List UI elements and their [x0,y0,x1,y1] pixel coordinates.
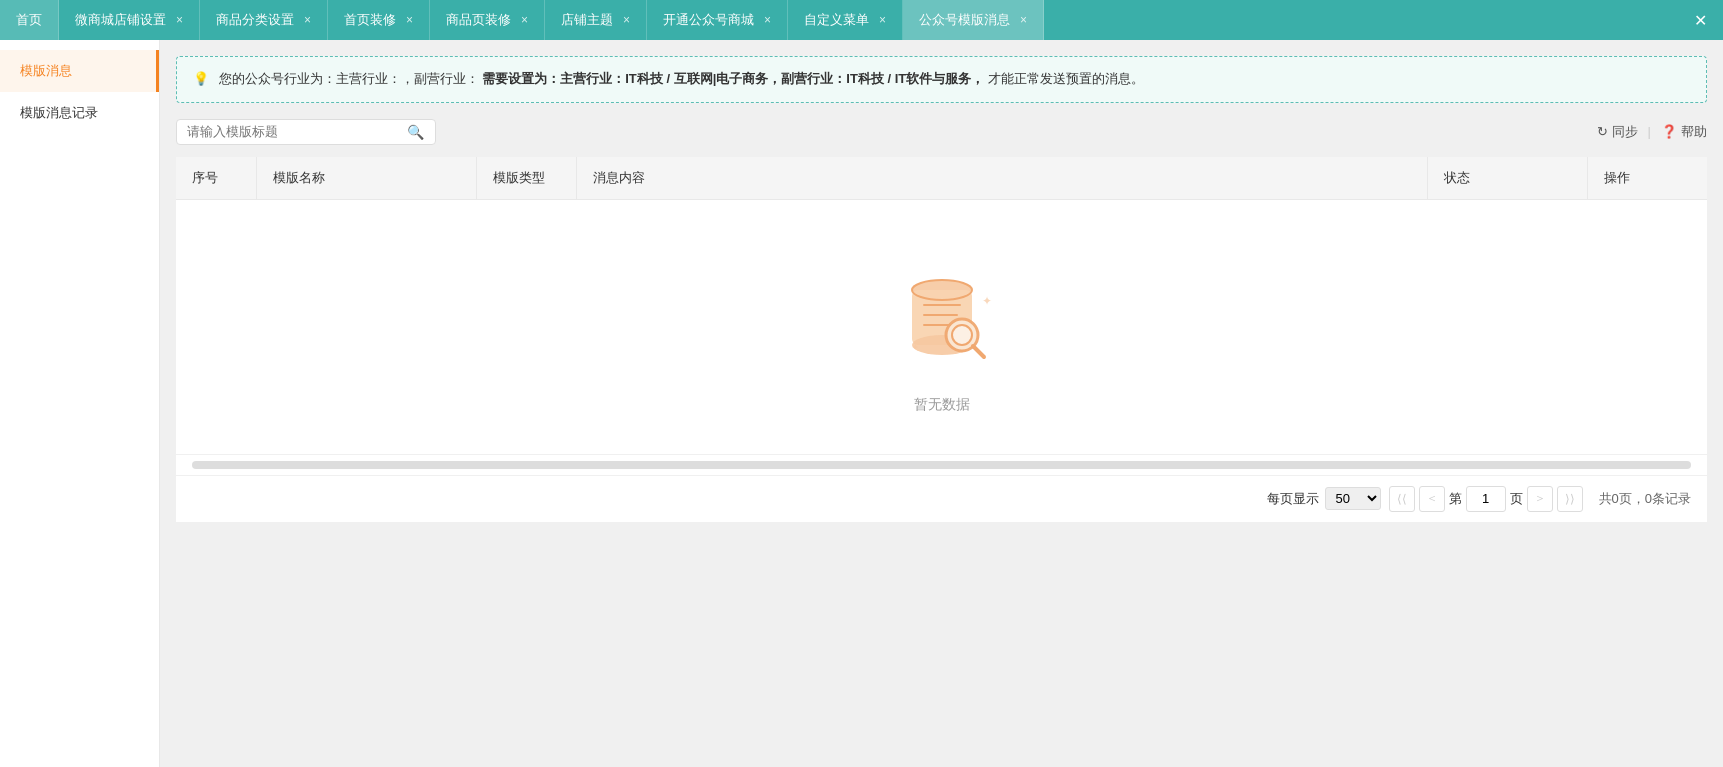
page-navigation: ⟨⟨ ＜ 第 页 ＞ ⟩⟩ [1389,486,1583,512]
tab-open-mall[interactable]: 开通公众号商城 × [647,0,788,40]
sync-icon: ↻ [1597,124,1608,139]
table-header: 序号 模版名称 模版类型 消息内容 状态 操作 [176,157,1707,200]
col-action: 操作 [1587,157,1707,200]
svg-line-9 [973,346,984,357]
tab-store-theme-label: 店铺主题 [561,11,613,29]
sidebar-item-template-record-label: 模版消息记录 [20,105,98,120]
tab-homepage-decor-close[interactable]: × [406,13,413,27]
notice-prefix: 您的公众号行业为：主营行业：，副营行业： [219,71,479,86]
col-status: 状态 [1427,157,1587,200]
svg-text:✦: ✦ [982,294,992,308]
col-type: 模版类型 [476,157,576,200]
tab-store-theme[interactable]: 店铺主题 × [545,0,647,40]
per-page-dropdown[interactable]: 50 10 20 100 [1325,487,1381,510]
svg-text:✦: ✦ [912,343,919,352]
tab-template-msg-close[interactable]: × [1020,13,1027,27]
sidebar: 模版消息 模版消息记录 [0,40,160,767]
notice-highlight: 需要设置为：主营行业：IT科技 / 互联网|电子商务，副营行业：IT科技 / I… [482,71,984,86]
sidebar-item-template-message[interactable]: 模版消息 [0,50,159,92]
prev-page-button[interactable]: ＜ [1419,486,1445,512]
tab-product-decor-label: 商品页装修 [446,11,511,29]
tab-homepage-decor-label: 首页装修 [344,11,396,29]
pagination: 每页显示 50 10 20 100 ⟨⟨ ＜ 第 页 ＞ ⟩⟩ [176,475,1707,522]
search-icon[interactable]: 🔍 [407,124,424,140]
tab-product-category-close[interactable]: × [304,13,311,27]
notice-box: 💡 您的公众号行业为：主营行业：，副营行业： 需要设置为：主营行业：IT科技 /… [176,56,1707,103]
empty-illustration: ✦ ✦ [882,260,1002,380]
tab-custom-menu[interactable]: 自定义菜单 × [788,0,903,40]
empty-state: ✦ ✦ 暂无数据 [176,200,1707,454]
svg-point-8 [952,325,972,345]
per-page-select: 每页显示 50 10 20 100 [1267,487,1381,510]
tab-custom-menu-close[interactable]: × [879,13,886,27]
col-content: 消息内容 [576,157,1427,200]
empty-text: 暂无数据 [914,396,970,414]
content-area: 💡 您的公众号行业为：主营行业：，副营行业： 需要设置为：主营行业：IT科技 /… [160,40,1723,767]
tab-home-label: 首页 [16,11,42,29]
table-container: 序号 模版名称 模版类型 消息内容 状态 操作 [176,157,1707,522]
sync-label: 同步 [1612,123,1638,141]
close-all-tabs-button[interactable]: ✕ [1678,11,1723,30]
help-icon: ❓ [1661,124,1677,139]
tab-product-decor[interactable]: 商品页装修 × [430,0,545,40]
notice-icon: 💡 [193,71,209,86]
tab-template-msg[interactable]: 公众号模版消息 × [903,0,1044,40]
page-number-input[interactable] [1466,486,1506,512]
data-table: 序号 模版名称 模版类型 消息内容 状态 操作 [176,157,1707,200]
tab-micro-store[interactable]: 微商城店铺设置 × [59,0,200,40]
search-input-wrap: 🔍 [176,119,436,145]
sync-button[interactable]: ↻ 同步 [1597,123,1638,141]
tab-open-mall-label: 开通公众号商城 [663,11,754,29]
tab-open-mall-close[interactable]: × [764,13,771,27]
search-actions: ↻ 同步 | ❓ 帮助 [1597,123,1707,141]
tab-product-category[interactable]: 商品分类设置 × [200,0,328,40]
page-prefix: 第 [1449,490,1462,508]
horizontal-scrollbar[interactable] [192,461,1691,469]
first-page-button[interactable]: ⟨⟨ [1389,486,1415,512]
tab-homepage-decor[interactable]: 首页装修 × [328,0,430,40]
tab-template-msg-label: 公众号模版消息 [919,11,1010,29]
tab-store-theme-close[interactable]: × [623,13,630,27]
main-layout: 模版消息 模版消息记录 💡 您的公众号行业为：主营行业：，副营行业： 需要设置为… [0,40,1723,767]
col-name: 模版名称 [256,157,476,200]
notice-suffix: 才能正常发送预置的消息。 [988,71,1144,86]
help-button[interactable]: ❓ 帮助 [1661,123,1707,141]
search-bar: 🔍 ↻ 同步 | ❓ 帮助 [176,119,1707,145]
last-page-button[interactable]: ⟩⟩ [1557,486,1583,512]
next-page-button[interactable]: ＞ [1527,486,1553,512]
total-records-text: 共0页，0条记录 [1599,490,1691,508]
tab-custom-menu-label: 自定义菜单 [804,11,869,29]
help-label: 帮助 [1681,123,1707,141]
sidebar-item-template-message-label: 模版消息 [20,63,72,78]
tab-product-decor-close[interactable]: × [521,13,528,27]
tab-micro-store-label: 微商城店铺设置 [75,11,166,29]
search-input[interactable] [187,124,407,139]
scrollbar-wrap [176,454,1707,475]
tab-home[interactable]: 首页 [0,0,59,40]
sidebar-item-template-record[interactable]: 模版消息记录 [0,92,159,134]
col-index: 序号 [176,157,256,200]
tab-product-category-label: 商品分类设置 [216,11,294,29]
action-divider: | [1648,124,1651,139]
per-page-label: 每页显示 [1267,490,1319,508]
top-navigation: 首页 微商城店铺设置 × 商品分类设置 × 首页装修 × 商品页装修 × 店铺主… [0,0,1723,40]
tab-micro-store-close[interactable]: × [176,13,183,27]
page-unit: 页 [1510,490,1523,508]
